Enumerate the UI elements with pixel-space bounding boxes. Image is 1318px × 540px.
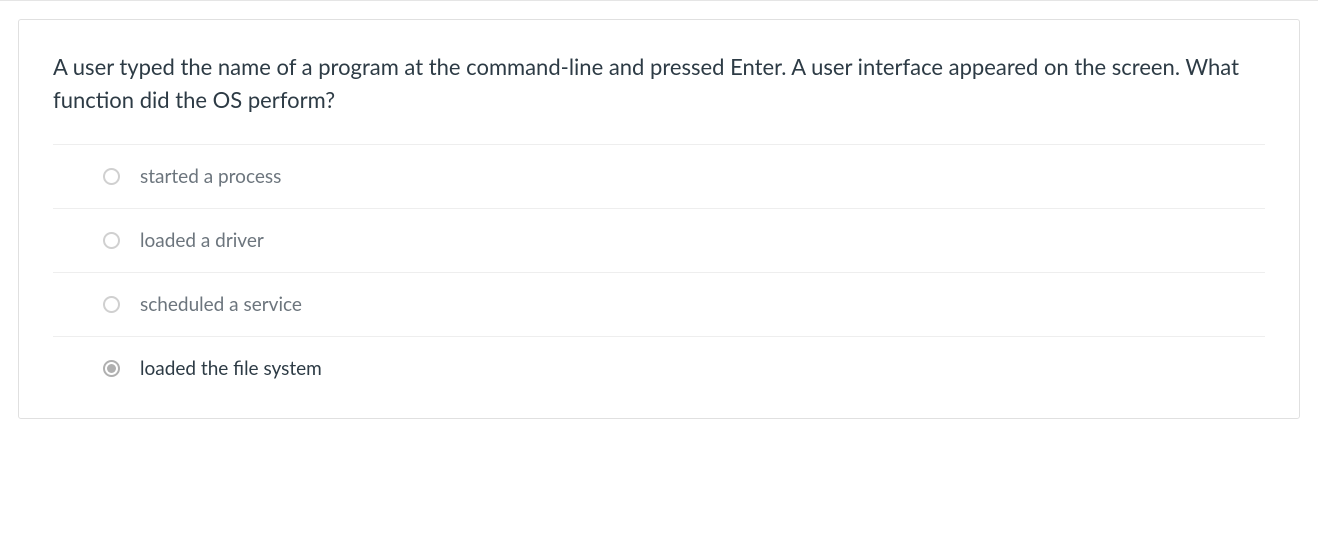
question-header: A user typed the name of a program at th… [19,20,1299,144]
radio-icon [103,360,120,377]
radio-icon [103,232,120,249]
option-label: loaded the file system [140,357,322,380]
question-card: A user typed the name of a program at th… [18,19,1300,419]
radio-icon [103,296,120,313]
option-label: loaded a driver [140,229,264,252]
option-row-0[interactable]: started a process [53,144,1265,208]
question-prompt: A user typed the name of a program at th… [53,50,1265,116]
option-label: scheduled a service [140,293,302,316]
option-row-3[interactable]: loaded the file system [53,336,1265,400]
radio-icon [103,168,120,185]
option-row-1[interactable]: loaded a driver [53,208,1265,272]
option-label: started a process [140,165,281,188]
option-row-2[interactable]: scheduled a service [53,272,1265,336]
options-list: started a process loaded a driver schedu… [19,144,1299,418]
